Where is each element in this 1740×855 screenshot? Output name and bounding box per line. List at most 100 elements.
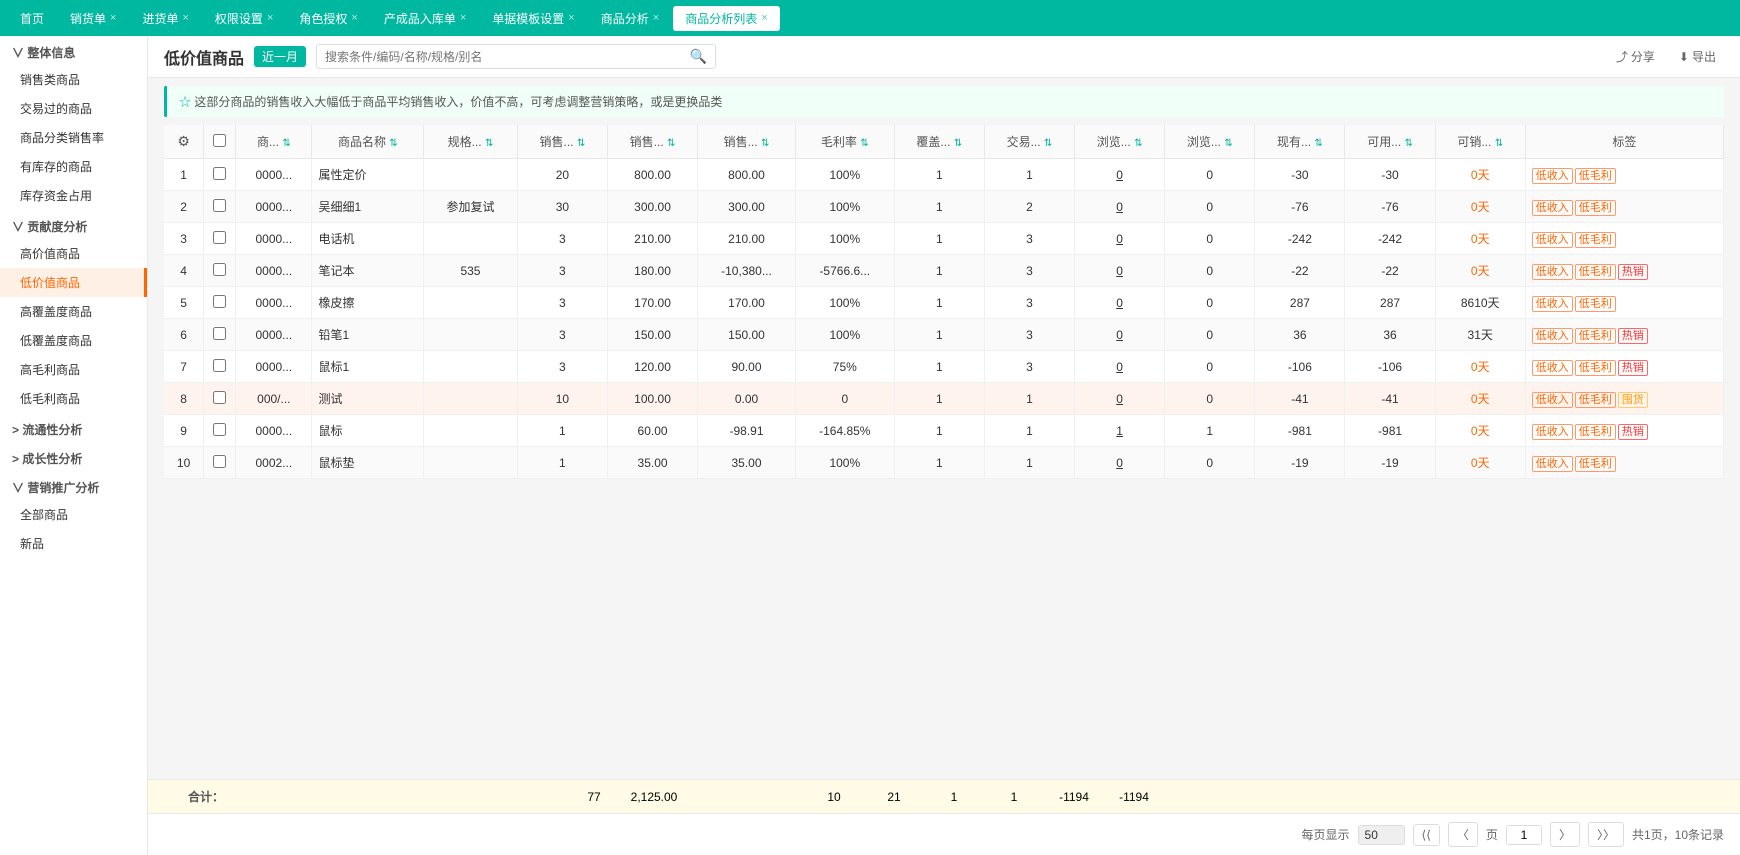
nav-permission-settings[interactable]: 权限设置 × — [203, 6, 285, 31]
nav-product-analysis-list[interactable]: 商品分析列表 × — [673, 6, 779, 31]
sidebar-group-circulation[interactable]: > 流通性分析 — [0, 413, 147, 442]
sidebar-group-marketing[interactable]: ∨ 营销推广分析 — [0, 471, 147, 500]
close-icon[interactable]: × — [110, 12, 116, 24]
prev-page-button[interactable]: 〈 — [1448, 822, 1478, 847]
sidebar-item-inventory-products[interactable]: 有库存的商品 — [0, 152, 147, 181]
row-name[interactable]: 笔记本 — [312, 255, 424, 287]
sidebar-item-high-coverage[interactable]: 高覆盖度商品 — [0, 297, 147, 326]
sidebar-item-low-coverage[interactable]: 低覆盖度商品 — [0, 326, 147, 355]
first-page-button[interactable]: ⟨⟨ — [1413, 824, 1440, 846]
row-num: 5 — [164, 287, 204, 319]
sidebar-item-sales-products[interactable]: 销售类商品 — [0, 65, 147, 94]
row-checkbox[interactable] — [213, 231, 226, 244]
row-view1[interactable]: 0 — [1075, 447, 1165, 479]
row-checkbox[interactable] — [213, 455, 226, 468]
last-page-button[interactable]: 〉〉 — [1588, 822, 1624, 847]
nav-template-settings[interactable]: 单据模板设置 × — [480, 6, 586, 31]
row-view1[interactable]: 0 — [1075, 159, 1165, 191]
col-current: 现有... ⇅ — [1255, 125, 1345, 159]
sidebar-item-new-products[interactable]: 新品 — [0, 529, 147, 558]
col-gear[interactable]: ⚙ — [164, 125, 204, 159]
row-view1[interactable]: 0 — [1075, 255, 1165, 287]
table-row: 30000...电话机3210.00210.00100%1300-242-242… — [164, 223, 1724, 255]
row-code: 0000... — [236, 287, 312, 319]
share-icon: ⤴ — [1616, 48, 1628, 65]
close-icon[interactable]: × — [267, 12, 273, 24]
nav-purchase-order[interactable]: 进货单 × — [130, 6, 200, 31]
sidebar-item-category-sales-rate[interactable]: 商品分类销售率 — [0, 123, 147, 152]
row-checkbox-cell — [204, 159, 236, 191]
close-icon[interactable]: × — [351, 12, 357, 24]
row-current: -76 — [1255, 191, 1345, 223]
row-name[interactable]: 电话机 — [312, 223, 424, 255]
row-name[interactable]: 鼠标垫 — [312, 447, 424, 479]
sidebar-item-low-value[interactable]: 低价值商品 — [0, 268, 147, 297]
row-saleable-days: 0天 — [1435, 383, 1525, 415]
sidebar-item-all-products[interactable]: 全部商品 — [0, 500, 147, 529]
row-name[interactable]: 鼠标 — [312, 415, 424, 447]
sidebar-group-contribution[interactable]: ∨ 贡献度分析 — [0, 210, 147, 239]
select-all-checkbox[interactable] — [213, 134, 226, 147]
row-view2: 0 — [1165, 223, 1255, 255]
close-icon[interactable]: × — [761, 12, 767, 24]
sidebar-item-traded-products[interactable]: 交易过的商品 — [0, 94, 147, 123]
col-code: 商... ⇅ — [236, 125, 312, 159]
row-checkbox[interactable] — [213, 263, 226, 276]
row-name[interactable]: 橡皮擦 — [312, 287, 424, 319]
sidebar-item-high-margin[interactable]: 高毛利商品 — [0, 355, 147, 384]
row-name[interactable]: 吴细细1 — [312, 191, 424, 223]
row-checkbox-cell — [204, 223, 236, 255]
row-view1[interactable]: 0 — [1075, 351, 1165, 383]
sidebar-item-inventory-capital[interactable]: 库存资金占用 — [0, 181, 147, 210]
nav-sales-order[interactable]: 销货单 × — [58, 6, 128, 31]
nav-home[interactable]: 首页 — [8, 6, 56, 31]
row-spec — [424, 447, 518, 479]
row-saleable-days: 0天 — [1435, 255, 1525, 287]
settings-icon[interactable]: ⚙ — [177, 133, 190, 149]
table-row: 90000...鼠标160.00-98.91-164.85%1111-981-9… — [164, 415, 1724, 447]
close-icon[interactable]: × — [460, 12, 466, 24]
row-checkbox-cell — [204, 287, 236, 319]
sidebar-item-low-margin[interactable]: 低毛利商品 — [0, 384, 147, 413]
row-name[interactable]: 铅笔1 — [312, 319, 424, 351]
row-name[interactable]: 鼠标1 — [312, 351, 424, 383]
sidebar-item-high-value[interactable]: 高价值商品 — [0, 239, 147, 268]
row-view1[interactable]: 0 — [1075, 287, 1165, 319]
row-checkbox[interactable] — [213, 199, 226, 212]
search-icon[interactable]: 🔍 — [690, 48, 707, 65]
row-checkbox[interactable] — [213, 327, 226, 340]
row-name[interactable]: 测试 — [312, 383, 424, 415]
share-button[interactable]: ⤴ 分享 — [1608, 45, 1663, 68]
row-checkbox[interactable] — [213, 295, 226, 308]
row-view1[interactable]: 1 — [1075, 415, 1165, 447]
row-view1[interactable]: 0 — [1075, 223, 1165, 255]
time-filter-button[interactable]: 近一月 — [254, 46, 306, 67]
row-checkbox[interactable] — [213, 167, 226, 180]
row-view1[interactable]: 0 — [1075, 383, 1165, 415]
nav-product-analysis[interactable]: 商品分析 × — [589, 6, 671, 31]
row-available: -76 — [1345, 191, 1435, 223]
row-checkbox[interactable] — [213, 359, 226, 372]
row-name[interactable]: 属性定价 — [312, 159, 424, 191]
summary-qty: 77 — [564, 790, 624, 804]
close-icon[interactable]: × — [568, 12, 574, 24]
export-button[interactable]: ⬇ 导出 — [1671, 45, 1724, 68]
close-icon[interactable]: × — [653, 12, 659, 24]
row-checkbox[interactable] — [213, 391, 226, 404]
sidebar-group-growth[interactable]: > 成长性分析 — [0, 442, 147, 471]
search-input[interactable] — [325, 50, 690, 64]
data-table: ⚙ 商... ⇅ 商品名称 ⇅ 规格... ⇅ 销售... ⇅ 销售... ⇅ … — [164, 125, 1724, 479]
row-checkbox[interactable] — [213, 423, 226, 436]
row-code: 0000... — [236, 351, 312, 383]
nav-role-auth[interactable]: 角色授权 × — [287, 6, 369, 31]
page-number-input[interactable] — [1506, 825, 1542, 845]
row-spec — [424, 415, 518, 447]
row-view1[interactable]: 0 — [1075, 319, 1165, 351]
row-available: 36 — [1345, 319, 1435, 351]
row-view1[interactable]: 0 — [1075, 191, 1165, 223]
next-page-button[interactable]: 〉 — [1550, 822, 1580, 847]
per-page-select[interactable]: 50 100 — [1358, 825, 1405, 845]
nav-product-inbound[interactable]: 产成品入库单 × — [372, 6, 478, 31]
sidebar-group-overall[interactable]: ∨ 整体信息 — [0, 36, 147, 65]
close-icon[interactable]: × — [182, 12, 188, 24]
